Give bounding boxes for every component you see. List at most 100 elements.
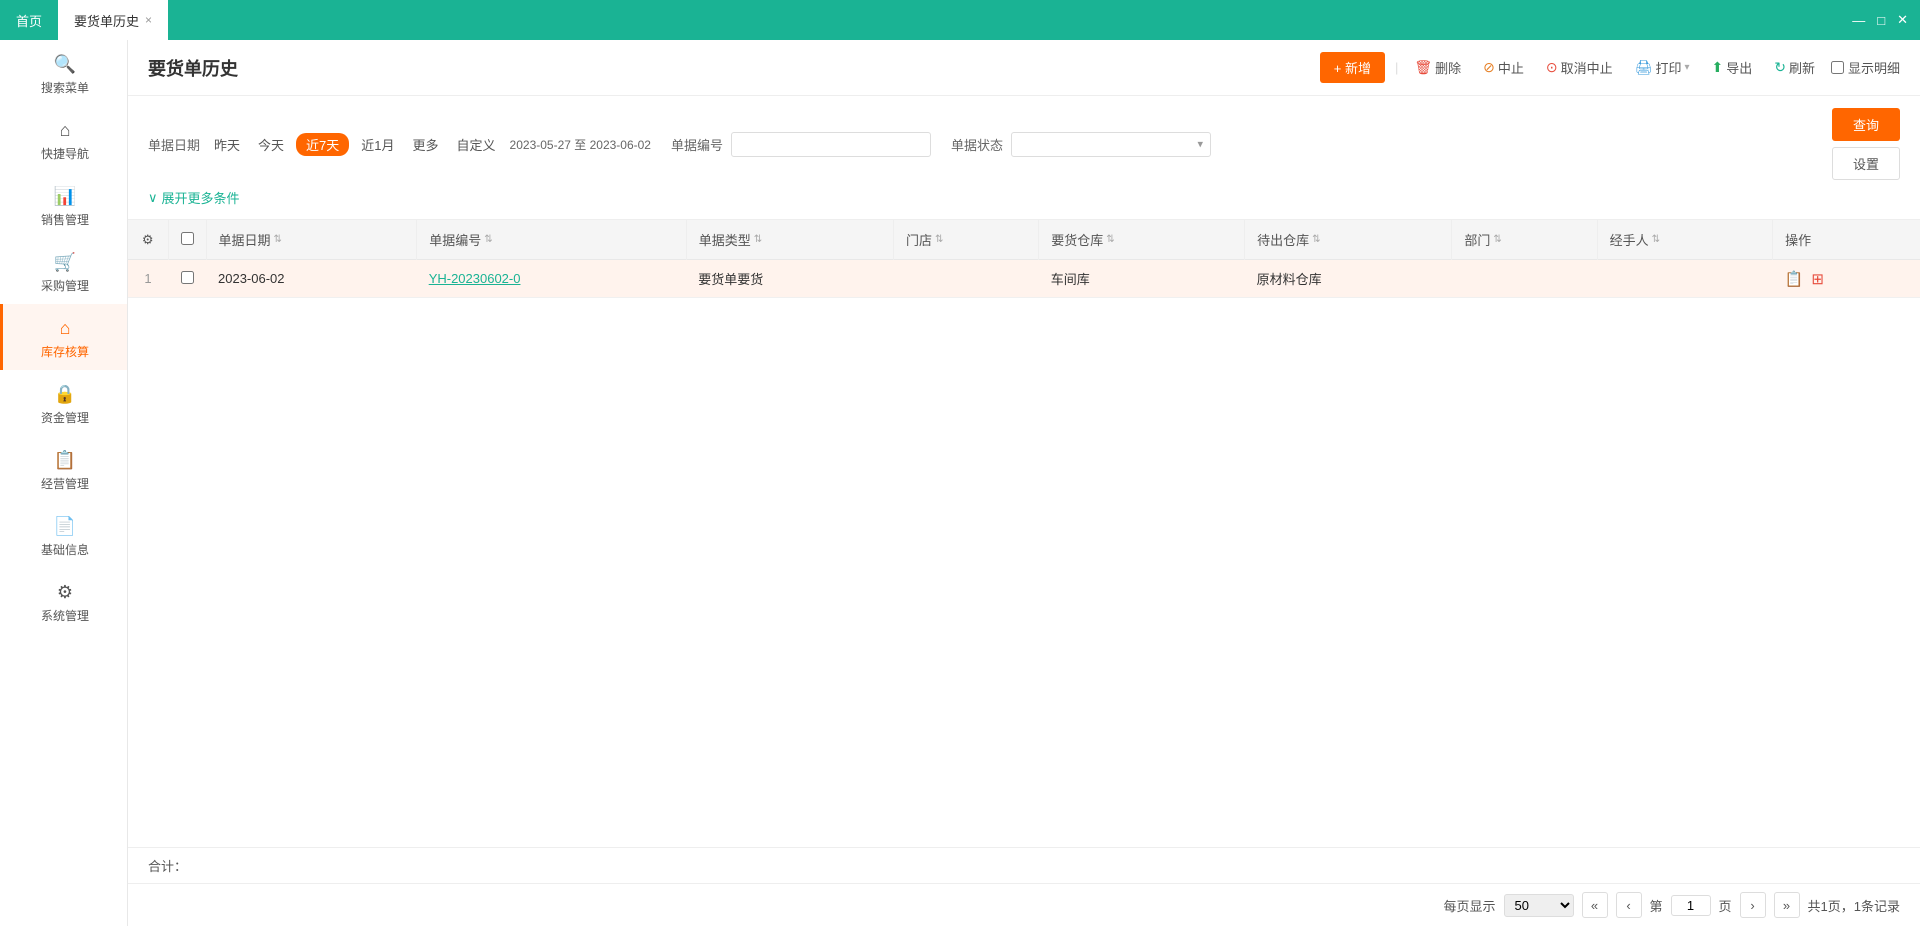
sidebar-quick-nav-label: 快捷导航 [41,145,89,162]
first-page-button[interactable]: « [1582,892,1608,918]
sidebar-item-sales-mgmt[interactable]: 📊 销售管理 [0,172,127,238]
sort-department[interactable]: 部门 ⇅ [1464,230,1584,249]
table-area: ⚙ 单据日期 ⇅ 单据编号 [128,220,1920,847]
tab-close-icon[interactable]: × [145,13,152,27]
row-date: 2023-06-02 [206,260,417,298]
stop-button[interactable]: ⊘ 中止 [1477,54,1530,81]
sidebar-purchase-mgmt-label: 采购管理 [41,277,89,294]
sort-pending-warehouse[interactable]: 待出仓库 ⇅ [1257,230,1439,249]
shortcut-7days[interactable]: 近7天 [296,133,349,156]
sidebar-item-ops-mgmt[interactable]: 📋 经营管理 [0,436,127,502]
maximize-button[interactable]: □ [1877,13,1885,28]
delete-button[interactable]: 🗑 删除 [1408,54,1467,81]
minimize-button[interactable]: — [1852,13,1865,28]
th-order-type: 单据类型 ⇅ [686,220,893,260]
row-req-warehouse: 车间库 [1039,260,1245,298]
print-button[interactable]: 🖨 打印 ▾ [1629,54,1696,81]
sidebar-item-system-mgmt[interactable]: ⚙ 系统管理 [0,568,127,634]
expand-more-button[interactable]: ∨ 展开更多条件 [148,188,1900,207]
refresh-icon: ↻ [1774,59,1786,76]
sort-pending-warehouse-icon: ⇅ [1312,234,1320,245]
print-icon: 🖨 [1635,59,1653,76]
shortcut-today[interactable]: 今天 [252,133,290,156]
export-button[interactable]: ⬆ 导出 [1705,54,1758,81]
th-action-label: 操作 [1785,233,1811,248]
th-date-label: 单据日期 [219,230,271,249]
shortcut-1month[interactable]: 近1月 [355,133,400,156]
current-page-input[interactable] [1671,895,1711,916]
prev-page-icon: ‹ [1626,898,1630,913]
window-controls: — □ ✕ [1852,12,1920,28]
system-mgmt-icon: ⚙ [57,582,73,603]
cancel-stop-icon: ⊙ [1546,59,1558,76]
sidebar-item-purchase-mgmt[interactable]: 🛒 采购管理 [0,238,127,304]
sidebar-item-quick-nav[interactable]: ⌂ 快捷导航 [0,106,127,172]
status-select[interactable] [1011,132,1211,157]
th-pending-warehouse-label: 待出仓库 [1257,230,1309,249]
sidebar-item-search-menu[interactable]: 🔍 搜索菜单 [0,40,127,106]
display-detail-label: 显示明细 [1848,58,1900,77]
sidebar-base-info-label: 基础信息 [41,541,89,558]
th-order-no-label: 单据编号 [429,230,481,249]
action-buttons: 查询 设置 [1832,108,1900,180]
settings-button[interactable]: 设置 [1832,147,1900,180]
sidebar-item-finance-mgmt[interactable]: 🔒 资金管理 [0,370,127,436]
quick-nav-icon: ⌂ [60,120,71,141]
row-edit-icon[interactable]: 📋 [1785,270,1804,288]
cancel-stop-button[interactable]: ⊙ 取消中止 [1540,54,1619,81]
row-order-no-link[interactable]: YH-20230602-0 [429,271,521,286]
page-size-label: 每页显示 [1443,896,1495,915]
th-department: 部门 ⇅ [1452,220,1597,260]
toolbar: + 新增 | 🗑 删除 ⊘ 中止 ⊙ 取消中止 🖨 打印 ▾ [1320,52,1900,95]
shortcut-yesterday[interactable]: 昨天 [208,133,246,156]
sort-store[interactable]: 门店 ⇅ [906,230,1026,249]
order-no-filter-group: 单据编号 [671,132,931,157]
sales-mgmt-icon: 📊 [54,186,76,207]
sort-order-type[interactable]: 单据类型 ⇅ [699,230,881,249]
prev-page-button[interactable]: ‹ [1616,892,1642,918]
display-detail-checkbox[interactable] [1831,61,1844,74]
sort-date-icon: ⇅ [274,234,282,245]
sidebar-item-base-info[interactable]: 📄 基础信息 [0,502,127,568]
sort-handler[interactable]: 经手人 ⇅ [1610,230,1761,249]
tab-home[interactable]: 首页 [0,0,58,40]
sidebar-system-mgmt-label: 系统管理 [41,607,89,624]
row-checkbox-cell [168,260,206,298]
sort-order-no[interactable]: 单据编号 ⇅ [429,230,674,249]
shortcut-more[interactable]: 更多 [407,133,445,156]
date-filter-label: 单据日期 [148,135,200,154]
row-checkbox[interactable] [181,271,194,284]
sort-date[interactable]: 单据日期 ⇅ [219,230,405,249]
new-button[interactable]: + 新增 [1320,52,1385,83]
status-filter-group: 单据状态 [951,132,1211,157]
page-size-select[interactable]: 20 50 100 200 [1504,894,1574,917]
order-no-input[interactable] [731,132,931,157]
top-nav: 首页 要货单历史 × — □ ✕ [0,0,1920,40]
settings-gear-icon[interactable]: ⚙ [142,232,154,247]
shortcut-custom[interactable]: 自定义 [451,133,502,156]
order-no-label: 单据编号 [671,135,723,154]
base-info-icon: 📄 [54,516,76,537]
close-button[interactable]: ✕ [1897,12,1908,28]
content-area: 要货单历史 + 新增 | 🗑 删除 ⊘ 中止 ⊙ 取消中止 🖨 [128,40,1920,926]
select-all-checkbox[interactable] [181,232,194,245]
th-order-type-label: 单据类型 [699,230,751,249]
next-page-button[interactable]: › [1740,892,1766,918]
date-range-display: 2023-05-27 至 2023-06-02 [510,136,651,153]
row-store [894,260,1039,298]
th-setting: ⚙ [128,220,168,260]
refresh-button[interactable]: ↻ 刷新 [1768,54,1821,81]
th-order-no: 单据编号 ⇅ [417,220,687,260]
ops-mgmt-icon: 📋 [54,450,76,471]
sort-order-type-icon: ⇅ [754,234,762,245]
display-detail-button[interactable]: 显示明细 [1831,58,1900,77]
tab-order-history[interactable]: 要货单历史 × [58,0,168,40]
th-store: 门店 ⇅ [894,220,1039,260]
query-button[interactable]: 查询 [1832,108,1900,141]
sidebar-finance-mgmt-label: 资金管理 [41,409,89,426]
row-order-no: YH-20230602-0 [417,260,687,298]
sidebar-item-inventory[interactable]: ⌂ 库存核算 [0,304,127,370]
row-delete-icon[interactable]: ⊞ [1811,270,1824,288]
sort-req-warehouse[interactable]: 要货仓库 ⇅ [1051,230,1232,249]
last-page-button[interactable]: » [1774,892,1800,918]
